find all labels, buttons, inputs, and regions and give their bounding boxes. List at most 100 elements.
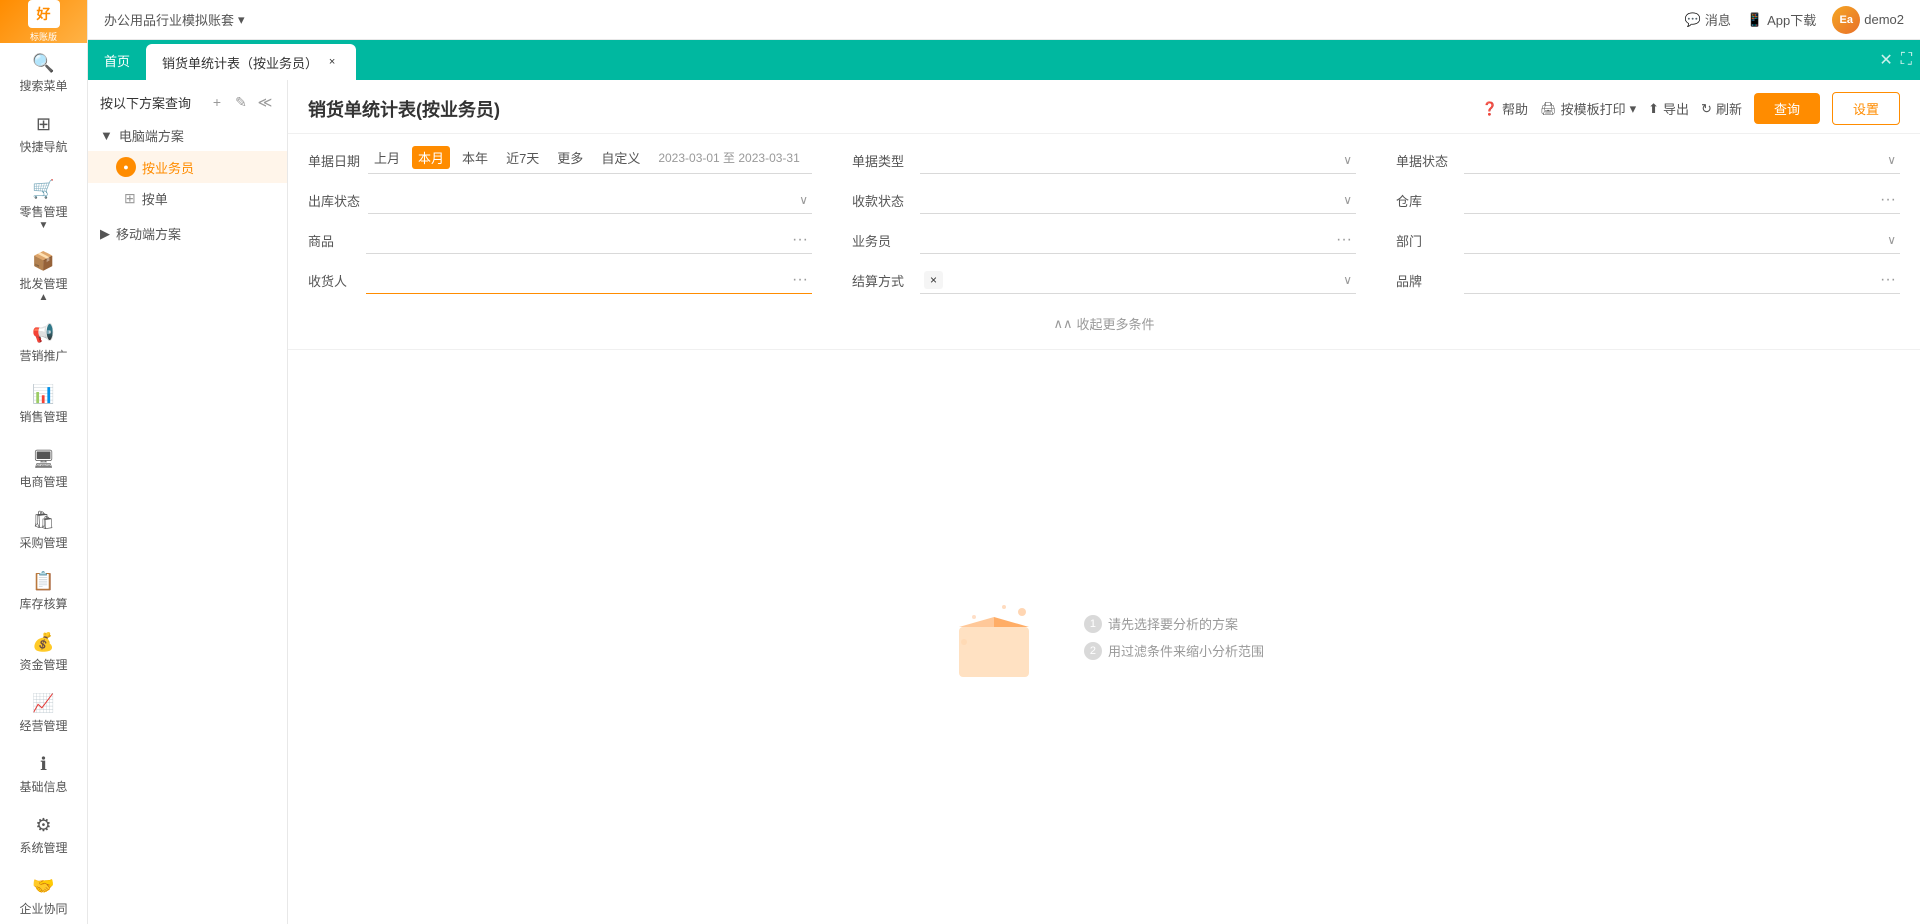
receiver-label: 收货人: [308, 271, 358, 290]
company-dropdown[interactable]: 办公用品行业模拟账套 ▾: [104, 10, 245, 29]
message-btn[interactable]: 💬 消息: [1685, 10, 1731, 29]
sidebar-item-inventory[interactable]: 📋 库存核算: [0, 561, 87, 622]
status-control[interactable]: ∨: [1464, 146, 1900, 174]
left-panel-actions: + ✎ ≪: [207, 92, 275, 112]
filter-item-payment: 收款状态 ∨: [852, 186, 1356, 214]
sidebar-item-enterprise-label: 企业协同: [19, 900, 67, 917]
salesperson-label: 业务员: [852, 231, 912, 250]
app-download-icon: 📱: [1747, 12, 1763, 28]
salesperson-control[interactable]: ···: [920, 226, 1356, 254]
sidebar-item-sales[interactable]: 📊 销售管理: [0, 374, 87, 435]
date-tab-lastmonth[interactable]: 上月: [368, 146, 406, 169]
date-tab-thisyear[interactable]: 本年: [456, 146, 494, 169]
logo-icon: 好: [28, 0, 60, 28]
brand-control[interactable]: ···: [1464, 266, 1900, 294]
purchase-icon: 🛍: [32, 510, 55, 531]
scheme-group-pc: ▼ 电脑端方案 ● 按业务员 ⊞ 按单: [88, 120, 287, 214]
warehouse-label: 仓库: [1396, 191, 1456, 210]
sidebar-item-finance[interactable]: 💰 资金管理: [0, 622, 87, 683]
print-label: 按模板打印: [1561, 99, 1626, 118]
sidebar-item-system-label: 系统管理: [19, 839, 67, 856]
print-btn[interactable]: 🖨 按模板打印 ▾: [1540, 99, 1636, 118]
tab-close-icon[interactable]: ×: [324, 54, 340, 70]
help-btn[interactable]: ❓ 帮助: [1482, 99, 1528, 118]
scheme-sub-item-order[interactable]: ⊞ 按单: [88, 183, 287, 214]
refresh-btn[interactable]: ↻ 刷新: [1701, 99, 1742, 118]
user-profile[interactable]: Ea demo2: [1832, 6, 1904, 34]
empty-step-1-label: 请先选择要分析的方案: [1108, 614, 1238, 633]
marketing-icon: 📢: [32, 323, 54, 344]
date-tab-7days[interactable]: 近7天: [500, 146, 545, 169]
filter-row-3: 商品 ··· 业务员 ··· 部门: [308, 226, 1900, 254]
page-title-bar: 销货单统计表(按业务员) ❓ 帮助 🖨 按模板打印 ▾ ⬆ 导出: [288, 80, 1920, 134]
app-logo: 好 标账版: [0, 0, 88, 43]
scheme-group-mobile-title[interactable]: ▶ 移动端方案: [88, 218, 287, 249]
chevron-down-icon: ▾: [1630, 101, 1637, 117]
sidebar-item-enterprise[interactable]: 🤝 企业协同: [0, 866, 87, 924]
collapse-filters-btn[interactable]: ∧∧ 收起更多条件: [308, 306, 1900, 337]
refresh-label: 刷新: [1716, 99, 1742, 118]
chevron-right-icon: ▶: [100, 226, 110, 242]
scheme-group-pc-title[interactable]: ▼ 电脑端方案: [88, 120, 287, 151]
filter-item-salesperson: 业务员 ···: [852, 226, 1356, 254]
filter-area: 单据日期 上月 本月 本年 近7天 更多 自定义 2023-03-01 至 20…: [288, 134, 1920, 350]
sidebar-item-wholesale[interactable]: 📦 批发管理 ▲: [0, 241, 87, 313]
sidebar-item-marketing[interactable]: 📢 营销推广: [0, 313, 87, 374]
company-name: 办公用品行业模拟账套: [104, 10, 234, 29]
system-icon: ⚙: [35, 815, 51, 836]
tab-bar: 首页 销货单统计表（按业务员） × ✕ ⛶: [88, 40, 1920, 80]
chevron-down-icon: ▼: [39, 220, 49, 231]
sidebar-item-operation[interactable]: 📈 经营管理: [0, 683, 87, 744]
type-control[interactable]: ∨: [920, 146, 1356, 174]
wholesale-icon: 📦: [32, 251, 54, 272]
filter-item-date: 单据日期 上月 本月 本年 近7天 更多 自定义 2023-03-01 至 20…: [308, 146, 812, 174]
outstatus-label: 出库状态: [308, 191, 360, 210]
receiver-control[interactable]: ···: [366, 266, 812, 294]
sidebar-item-purchase[interactable]: 🛍 采购管理: [0, 500, 87, 561]
collapse-panel-btn[interactable]: ≪: [255, 92, 275, 112]
settings-button[interactable]: 设置: [1832, 92, 1900, 125]
settlement-chevron-icon: ∨: [1343, 273, 1352, 287]
filter-item-status: 单据状态 ∨: [1396, 146, 1900, 174]
filter-item-type: 单据类型 ∨: [852, 146, 1356, 174]
plus-icon: +: [213, 94, 221, 110]
chevron-down-icon: ▾: [238, 12, 245, 28]
product-label: 商品: [308, 231, 358, 250]
sidebar-item-search-label: 搜索菜单: [19, 77, 67, 94]
sidebar-item-search[interactable]: 🔍 搜索菜单: [0, 43, 87, 104]
date-tab-thismonth[interactable]: 本月: [412, 146, 450, 169]
settlement-control[interactable]: × ∨: [920, 266, 1356, 294]
query-button[interactable]: 查询: [1754, 93, 1820, 124]
tab-home[interactable]: 首页: [88, 40, 146, 80]
tab-close-all-icon[interactable]: ✕: [1879, 50, 1892, 70]
payment-control[interactable]: ∨: [920, 186, 1356, 214]
warehouse-control[interactable]: ···: [1464, 186, 1900, 214]
date-tab-custom[interactable]: 自定义: [595, 146, 646, 169]
sidebar-item-retail[interactable]: 🛒 零售管理 ▼: [0, 169, 87, 241]
outstatus-control[interactable]: ∨: [368, 186, 812, 214]
sidebar-item-basicinfo[interactable]: ℹ 基础信息: [0, 744, 87, 805]
date-tab-more[interactable]: 更多: [551, 146, 589, 169]
date-label: 单据日期: [308, 151, 360, 170]
scheme-item-salesperson[interactable]: ● 按业务员: [88, 151, 287, 183]
sidebar-item-retail-label: 零售管理: [19, 203, 67, 220]
tab-expand-icon[interactable]: ⛶: [1901, 51, 1912, 69]
chip-close-btn[interactable]: ×: [930, 273, 937, 287]
department-label: 部门: [1396, 231, 1456, 250]
export-btn[interactable]: ⬆ 导出: [1648, 99, 1689, 118]
tab-active[interactable]: 销货单统计表（按业务员） ×: [146, 44, 356, 80]
add-scheme-btn[interactable]: +: [207, 92, 227, 112]
sidebar-item-purchase-label: 采购管理: [19, 534, 67, 551]
chevron-down-icon: ▼: [100, 128, 113, 143]
product-control[interactable]: ···: [366, 226, 812, 254]
department-control[interactable]: ∨: [1464, 226, 1900, 254]
scheme-item-salesperson-label: 按业务员: [142, 158, 194, 177]
sidebar: 好 标账版 🔍 搜索菜单 ⊞ 快捷导航 🛒 零售管理 ▼ 📦 批发管理 ▲ 📢 …: [0, 0, 88, 924]
app-download-btn[interactable]: 📱 App下载: [1747, 10, 1816, 29]
sidebar-item-quicknav[interactable]: ⊞ 快捷导航: [0, 104, 87, 165]
edit-scheme-btn[interactable]: ✎: [231, 92, 251, 112]
filter-row-4: 收货人 ··· 结算方式 × ∨: [308, 266, 1900, 294]
sidebar-item-ecommerce[interactable]: 🖥 电商管理: [0, 439, 87, 500]
retail-icon: 🛒: [32, 179, 54, 200]
sidebar-item-system[interactable]: ⚙ 系统管理: [0, 805, 87, 866]
